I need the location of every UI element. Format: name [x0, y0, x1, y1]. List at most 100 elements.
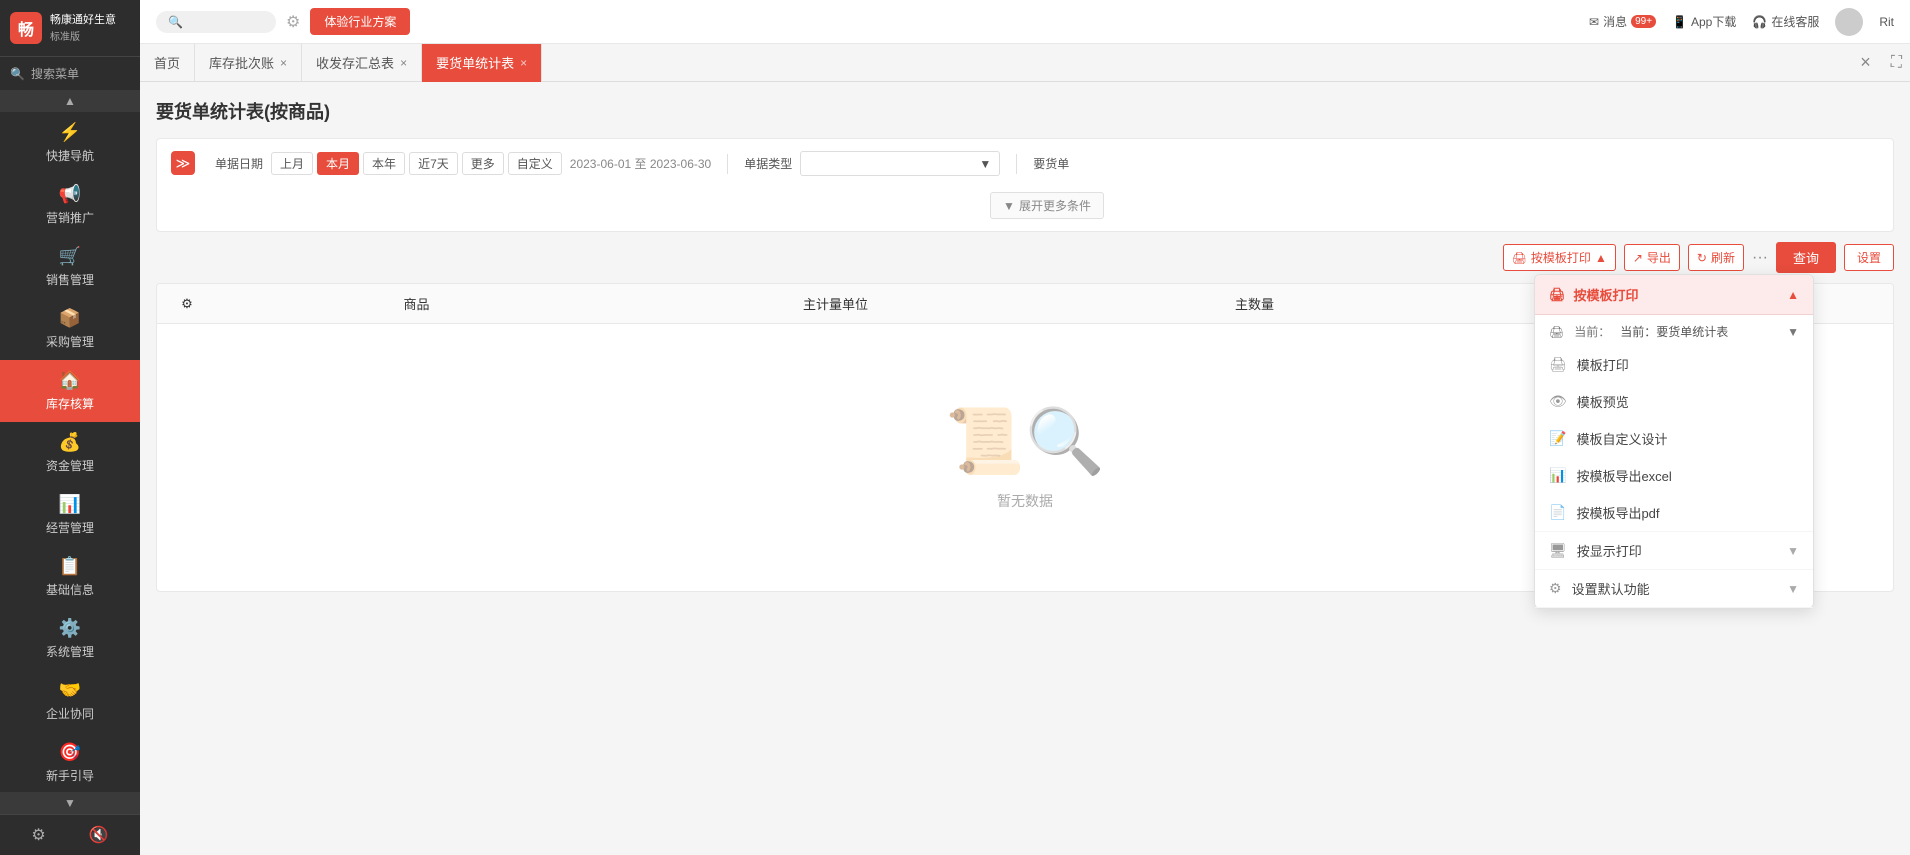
purchase-icon: 📦	[59, 308, 81, 329]
avatar[interactable]	[1835, 8, 1863, 36]
expand-more-bar: ▼ 展开更多条件	[215, 192, 1879, 219]
dropdown-item-default-func-label: 设置默认功能	[1572, 579, 1650, 598]
sidebar-item-label: 新手引导	[46, 767, 94, 784]
online-service-btn[interactable]: 🎧 在线客服	[1752, 13, 1819, 30]
dropdown-item-template-print-label: 模板打印	[1577, 355, 1629, 374]
service-icon: 🎧	[1752, 15, 1767, 29]
order-type-select[interactable]: ▼	[800, 151, 1000, 176]
sidebar-item-operation[interactable]: 📊 经营管理	[0, 484, 140, 546]
message-label: 消息	[1603, 13, 1627, 30]
inventory-icon: 🏠	[59, 370, 81, 391]
tab-order-stats[interactable]: 要货单统计表 ×	[422, 44, 542, 82]
table-col-qty: 主数量	[1045, 294, 1464, 313]
tab-home[interactable]: 首页	[140, 44, 195, 82]
order-type-value	[809, 155, 821, 172]
experience-button[interactable]: 体验行业方案	[310, 8, 410, 35]
tabbar-close-all-btn[interactable]: ×	[1848, 52, 1883, 73]
dropdown-item-display-print[interactable]: 🖥 按显示打印 ▼	[1535, 532, 1813, 569]
tab-inventory-batch-close[interactable]: ×	[280, 56, 287, 70]
empty-illustration: 📜🔍	[945, 404, 1104, 479]
sidebar: 畅 畅康通好生意 标准版 🔍 搜索菜单 ▲ ⚡ 快捷导航 📢 营销推广 🛒 销售…	[0, 0, 140, 855]
tab-receipts-summary[interactable]: 收发存汇总表 ×	[302, 44, 422, 82]
sidebar-item-label: 营销推广	[46, 209, 94, 226]
expand-more-btn[interactable]: ▼ 展开更多条件	[990, 192, 1104, 219]
sidebar-item-purchase[interactable]: 📦 采购管理	[0, 298, 140, 360]
main-area: 🔍 ⚙ 体验行业方案 ✉ 消息 99+ 📱 App下载 🎧 在线客服 Rit	[140, 0, 1910, 855]
tab-receipts-summary-close[interactable]: ×	[400, 56, 407, 70]
dropdown-printer-icon: 🖨	[1549, 287, 1566, 303]
basic-icon: 📋	[59, 556, 81, 577]
topbar-search[interactable]: 🔍	[156, 11, 276, 33]
date-btn-this-year[interactable]: 本年	[363, 152, 405, 175]
export-button[interactable]: ↗ 导出	[1624, 244, 1680, 271]
sidebar-item-inventory[interactable]: 🏠 库存核算	[0, 360, 140, 422]
dropdown-section-default: ⚙ 设置默认功能 ▼	[1535, 570, 1813, 608]
sidebar-item-marketing[interactable]: 📢 营销推广	[0, 174, 140, 236]
dropdown-current-icon: 🖨	[1549, 325, 1564, 339]
sidebar-item-label: 资金管理	[46, 457, 94, 474]
tab-inventory-batch-label: 库存批次账	[209, 53, 274, 72]
more-options-btn[interactable]: ···	[1752, 249, 1768, 267]
tabbar-expand-btn[interactable]: ⛶	[1883, 54, 1910, 72]
print-dropdown: 🖨 按模板打印 ▲ 🖨 当前： 当前：要货单统计表 ▼ 🖨 模板打印	[1534, 274, 1814, 609]
settings-footer-btn[interactable]: ⚙	[31, 825, 45, 845]
dropdown-item-template-pdf-icon: 📄	[1549, 504, 1566, 521]
export-icon: ↗	[1633, 251, 1643, 265]
dropdown-item-template-custom-icon: 📝	[1549, 430, 1566, 447]
chevron-down-icon: ▼	[979, 157, 991, 171]
order-goods-label: 要货单	[1033, 155, 1069, 172]
scroll-down-btn[interactable]: ▼	[0, 792, 140, 814]
sidebar-item-basic[interactable]: 📋 基础信息	[0, 546, 140, 608]
page-content: 要货单统计表(按商品) ≫ 单据日期 上月 本月 本年 近7天 更多 自定义	[140, 82, 1910, 855]
dropdown-item-default-func-arrow: ▼	[1787, 582, 1799, 596]
date-range: 2023-06-01 至 2023-06-30	[570, 155, 711, 172]
dropdown-item-display-print-label: 按显示打印	[1577, 541, 1642, 560]
date-btn-custom[interactable]: 自定义	[508, 152, 562, 175]
dropdown-item-template-custom[interactable]: 📝 模板自定义设计	[1535, 420, 1813, 457]
sidebar-item-label: 库存核算	[46, 395, 94, 412]
print-arrow-up-icon: ▲	[1595, 251, 1607, 265]
date-btn-more[interactable]: 更多	[462, 152, 504, 175]
date-btn-7days[interactable]: 近7天	[409, 152, 458, 175]
username-label: Rit	[1879, 15, 1894, 29]
page-title: 要货单统计表(按商品)	[156, 98, 1894, 124]
refresh-button[interactable]: ↻ 刷新	[1688, 244, 1744, 271]
expand-more-label: 展开更多条件	[1019, 197, 1091, 214]
date-label: 单据日期	[215, 155, 263, 172]
sidebar-item-label: 系统管理	[46, 643, 94, 660]
app-download-btn[interactable]: 📱 App下载	[1672, 13, 1736, 30]
export-label: 导出	[1647, 249, 1671, 266]
sidebar-item-finance[interactable]: 💰 资金管理	[0, 422, 140, 484]
dropdown-current-value: 当前：要货单统计表	[1620, 323, 1728, 340]
table-gear-cell[interactable]: ⚙	[167, 296, 207, 312]
message-btn[interactable]: ✉ 消息 99+	[1589, 13, 1656, 30]
query-button[interactable]: 查询	[1776, 242, 1836, 273]
dropdown-item-template-pdf[interactable]: 📄 按模板导出pdf	[1535, 494, 1813, 531]
dropdown-item-template-excel[interactable]: 📊 按模板导出excel	[1535, 457, 1813, 494]
date-btn-this-month[interactable]: 本月	[317, 152, 359, 175]
table-col-goods: 商品	[207, 294, 626, 313]
sidebar-item-newguide[interactable]: 🎯 新手引导	[0, 732, 140, 792]
filter-expand-btn[interactable]: ≫	[171, 151, 195, 175]
sidebar-item-collab[interactable]: 🤝 企业协同	[0, 670, 140, 732]
finance-icon: 💰	[59, 432, 81, 453]
dropdown-item-template-print[interactable]: 🖨 模板打印	[1535, 346, 1813, 383]
sidebar-item-shortcut[interactable]: ⚡ 快捷导航	[0, 112, 140, 174]
dropdown-collapse-btn[interactable]: ▲	[1787, 288, 1799, 302]
tab-order-stats-close[interactable]: ×	[520, 56, 527, 70]
settings-button[interactable]: 设置	[1844, 244, 1894, 271]
print-label: 按模板打印	[1531, 249, 1591, 266]
sidebar-item-system[interactable]: ⚙️ 系统管理	[0, 608, 140, 670]
scroll-up-btn[interactable]: ▲	[0, 90, 140, 112]
topbar-gear-icon[interactable]: ⚙	[286, 12, 300, 32]
sidebar-search[interactable]: 🔍 搜索菜单	[0, 57, 140, 90]
date-btn-last-month[interactable]: 上月	[271, 152, 313, 175]
dropdown-item-template-preview-label: 模板预览	[1577, 392, 1629, 411]
sidebar-item-sales[interactable]: 🛒 销售管理	[0, 236, 140, 298]
dropdown-section-main: 🖨 模板打印 👁 模板预览 📝 模板自定义设计 📊 按模板导出excel	[1535, 346, 1813, 532]
dropdown-item-default-func[interactable]: ⚙ 设置默认功能 ▼	[1535, 570, 1813, 607]
sound-footer-btn[interactable]: 🔇	[89, 825, 109, 845]
print-button[interactable]: 🖨 按模板打印 ▲	[1503, 244, 1616, 271]
dropdown-item-template-preview[interactable]: 👁 模板预览	[1535, 383, 1813, 420]
tab-inventory-batch[interactable]: 库存批次账 ×	[195, 44, 302, 82]
